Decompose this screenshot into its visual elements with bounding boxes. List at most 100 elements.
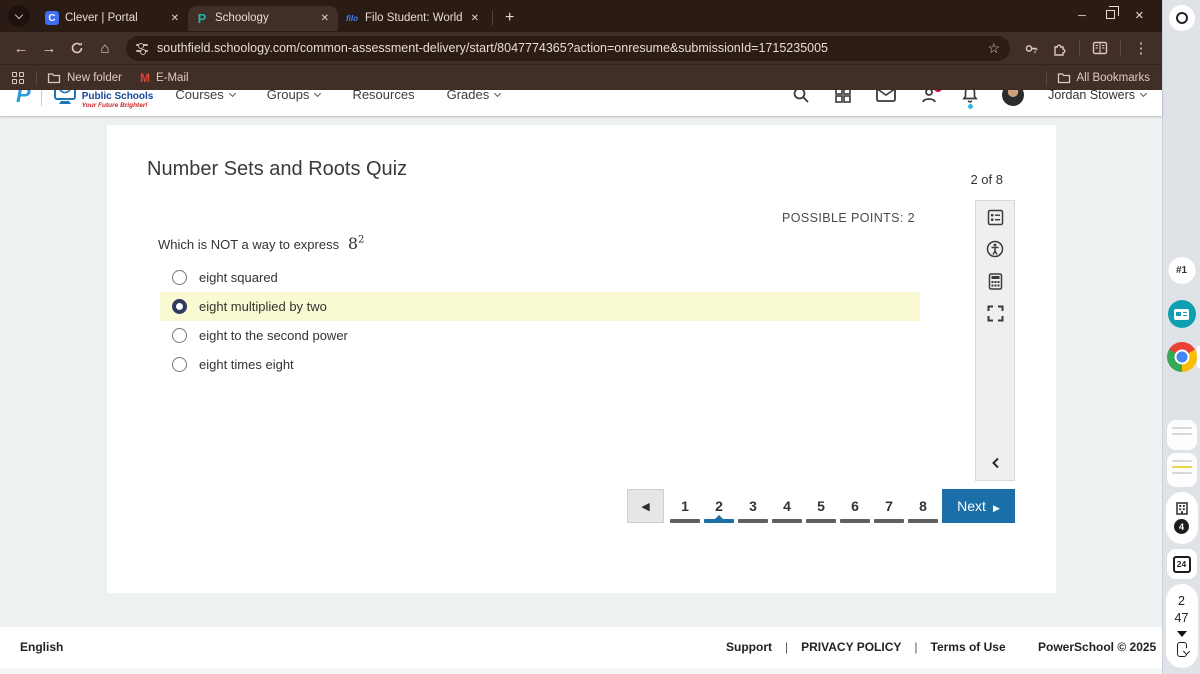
nav-groups[interactable]: Groups — [267, 90, 322, 102]
tab-title: Clever | Portal — [65, 12, 138, 24]
calendar-icon[interactable]: 24 — [1166, 549, 1197, 579]
chrome-app-icon[interactable] — [1166, 342, 1197, 372]
notifications-bell-icon[interactable] — [962, 90, 978, 109]
bottom-strip — [0, 668, 1162, 674]
apps-grid-icon[interactable] — [12, 71, 24, 84]
phone-hub-icon — [1176, 641, 1187, 657]
page-5[interactable]: 5 — [804, 489, 838, 523]
clever-favicon-icon: C — [45, 11, 59, 25]
messages-icon[interactable] — [876, 90, 897, 102]
option-row[interactable]: eight times eight — [160, 350, 920, 379]
site-settings-icon[interactable] — [136, 42, 148, 55]
all-bookmarks-button[interactable]: All Bookmarks — [1057, 72, 1150, 84]
option-row[interactable]: eight to the second power — [160, 321, 920, 350]
pinned-app-icon[interactable] — [1166, 420, 1197, 450]
clock-minute: 47 — [1174, 611, 1189, 625]
accessibility-icon[interactable] — [976, 233, 1014, 265]
powerschool-logo-icon[interactable]: P — [16, 90, 31, 108]
option-row-selected[interactable]: eight multiplied by two — [160, 292, 920, 321]
radio-icon[interactable] — [172, 270, 187, 285]
tab-schoology[interactable]: P Schoology ✕ — [188, 5, 338, 31]
browser-menu-icon[interactable]: ⋮ — [1128, 35, 1154, 61]
connections-icon[interactable] — [920, 90, 943, 103]
building-icon — [1175, 502, 1188, 515]
nav-link-label: Grades — [446, 90, 490, 102]
minimize-window-icon[interactable]: ─ — [1078, 10, 1086, 22]
schoology-favicon-icon: P — [197, 10, 207, 26]
bookmarks-separator — [1045, 70, 1047, 85]
password-manager-icon[interactable] — [1018, 35, 1044, 61]
page-8[interactable]: 8 — [906, 489, 940, 523]
home-icon[interactable]: ⌂ — [92, 35, 118, 61]
page-bar — [840, 519, 870, 523]
restore-window-icon[interactable] — [1105, 6, 1119, 22]
nav-grades[interactable]: Grades — [446, 90, 502, 102]
calculator-icon[interactable] — [976, 265, 1014, 297]
page-3[interactable]: 3 — [736, 489, 770, 523]
nav-resources[interactable]: Resources — [352, 90, 414, 102]
district-logo-text: Southfield Public Schools Your Future Br… — [82, 90, 154, 109]
toolbar-separator — [1079, 40, 1080, 56]
tab-clever[interactable]: C Clever | Portal ✕ — [38, 6, 188, 31]
bookmark-star-icon[interactable]: ☆ — [987, 40, 1000, 57]
question-list-icon[interactable] — [976, 201, 1014, 233]
close-tab-icon[interactable]: ✕ — [469, 12, 481, 25]
gmail-icon: M — [139, 70, 150, 85]
clock-hour: 2 — [1178, 594, 1185, 609]
pinned-app-icon[interactable] — [1166, 453, 1197, 487]
notifications-group[interactable]: 4 — [1165, 492, 1198, 544]
bookmark-new-folder[interactable]: New folder — [47, 72, 122, 84]
option-row[interactable]: eight squared — [160, 263, 920, 292]
close-tab-icon[interactable]: ✕ — [319, 12, 331, 25]
previous-page-button[interactable]: ◀ — [627, 489, 664, 523]
language-selector[interactable]: English — [20, 640, 63, 654]
fullscreen-icon[interactable] — [976, 297, 1014, 329]
radio-icon[interactable] — [172, 328, 187, 343]
bookmark-label: New folder — [67, 71, 122, 84]
back-icon[interactable]: ← — [8, 35, 34, 61]
launcher-button[interactable] — [1168, 5, 1195, 31]
page-bar — [806, 519, 836, 523]
terms-of-use-link[interactable]: Terms of Use — [931, 640, 1006, 654]
radio-icon[interactable] — [172, 357, 187, 372]
bookmark-email[interactable]: M E-Mail — [140, 71, 189, 85]
clever-app-icon[interactable] — [1167, 300, 1196, 328]
district-name-2: Public Schools — [81, 90, 154, 102]
url-field[interactable]: southfield.schoology.com/common-assessme… — [126, 35, 1010, 61]
page-1[interactable]: 1 — [668, 489, 702, 523]
rank-badge[interactable]: #1 — [1168, 257, 1195, 284]
new-tab-button[interactable]: + — [505, 9, 514, 26]
page-7[interactable]: 7 — [872, 489, 906, 523]
copyright: PowerSchool © 2025 — [1038, 640, 1157, 654]
forward-icon[interactable]: → — [36, 35, 62, 61]
apps-grid-icon[interactable] — [834, 90, 852, 104]
avatar[interactable] — [1002, 90, 1025, 106]
chevron-down-icon — [314, 90, 322, 97]
tab-search-button[interactable] — [8, 5, 30, 27]
tab-filo[interactable]: filo Filo Student: World's Only Live ✕ — [338, 6, 488, 31]
close-tab-icon[interactable]: ✕ — [169, 12, 181, 25]
nav-courses[interactable]: Courses — [175, 90, 236, 102]
page-2-current[interactable]: 2 — [702, 489, 736, 523]
collapse-toolbar-button[interactable] — [976, 450, 1014, 476]
close-window-icon[interactable]: ✕ — [1135, 10, 1144, 22]
support-link[interactable]: Support — [726, 640, 772, 654]
page-6[interactable]: 6 — [838, 489, 872, 523]
new-indicator-dot — [968, 104, 974, 109]
folder-icon — [1057, 72, 1070, 83]
privacy-policy-link[interactable]: PRIVACY POLICY — [801, 640, 901, 654]
extensions-icon[interactable] — [1046, 35, 1072, 61]
page-bar — [874, 519, 904, 523]
radio-selected-icon[interactable] — [172, 299, 187, 314]
launcher-ring-icon — [1175, 12, 1188, 24]
district-logo[interactable]: Southfield Public Schools Your Future Br… — [52, 90, 154, 109]
next-button[interactable]: Next — [942, 489, 1015, 523]
page-number: 4 — [783, 498, 791, 514]
search-icon[interactable] — [792, 90, 810, 104]
reload-icon[interactable] — [64, 35, 90, 61]
status-tray[interactable]: 2 47 — [1165, 584, 1198, 668]
site-links: Courses Groups Resources Grades — [175, 90, 502, 102]
reading-list-icon[interactable] — [1087, 35, 1113, 61]
page-4[interactable]: 4 — [770, 489, 804, 523]
user-menu[interactable]: Jordan Stowers — [1048, 90, 1148, 102]
